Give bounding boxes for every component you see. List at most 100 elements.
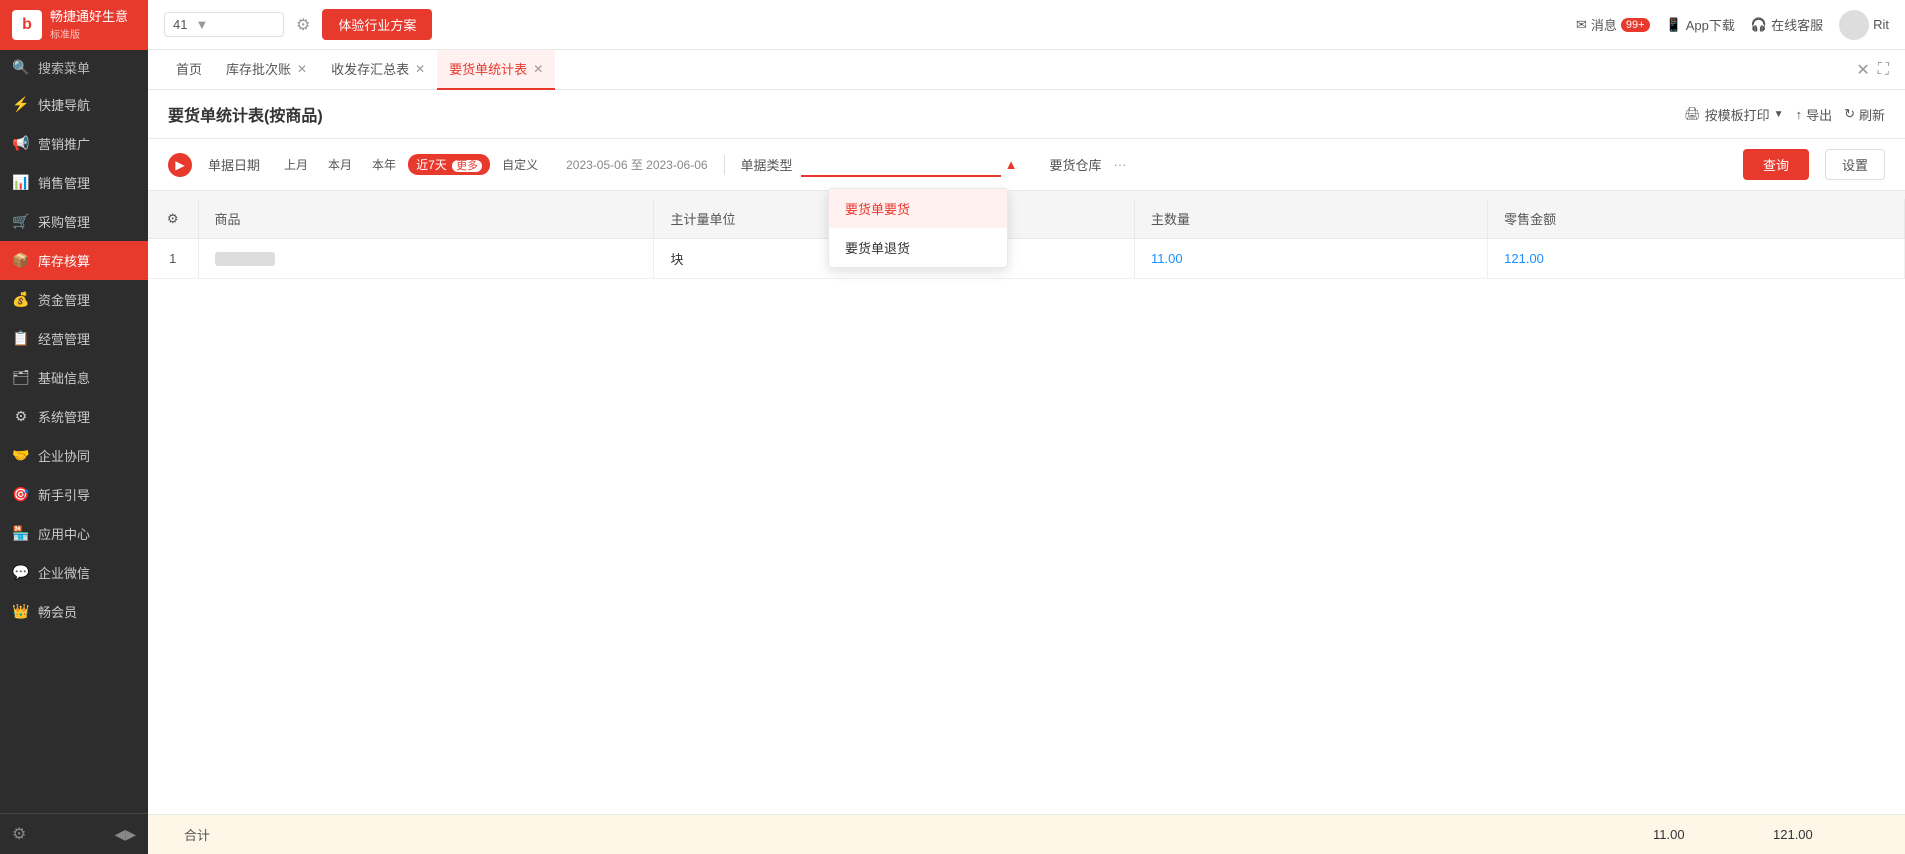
company-selector[interactable]: 41 ▼ <box>164 12 284 37</box>
page-content: 要货单统计表(按商品) 🖨 按模板打印 ▼ ↑ 导出 ↻ 刷新 ▶ <box>148 90 1905 854</box>
date-curr-month[interactable]: 本月 <box>320 153 360 176</box>
filter-warehouse-section: 要货仓库 ··· <box>1049 155 1126 174</box>
filter-separator <box>724 155 725 175</box>
tab-close-all-icon[interactable]: ✕ <box>1856 60 1869 80</box>
tabbar: 首页 库存批次账 ✕ 收发存汇总表 ✕ 要货单统计表 ✕ ✕ ⛶ <box>148 50 1905 90</box>
product-name-blurred <box>215 252 275 266</box>
refresh-action[interactable]: ↻ 刷新 <box>1844 105 1885 124</box>
summary-amount: 121.00 <box>1765 827 1885 842</box>
search-icon: 🔍 <box>12 59 30 77</box>
date-range-display: 2023-05-06 至 2023-06-06 <box>566 156 707 173</box>
tab-summary[interactable]: 收发存汇总表 ✕ <box>319 50 437 90</box>
finance-icon: 💰 <box>12 291 30 309</box>
print-icon: 🖨 <box>1684 106 1701 122</box>
td-quantity[interactable]: 11.00 <box>1135 239 1488 279</box>
notification-item[interactable]: ✉ 消息 99+ <box>1576 15 1650 34</box>
topbar-right: ✉ 消息 99+ 📱 App下载 🎧 在线客服 Rit <box>1576 10 1889 40</box>
weixin-icon: 💬 <box>12 564 30 582</box>
sidebar-item-appstore[interactable]: 🏪 应用中心 <box>0 514 148 553</box>
date-more-badge: 更多 <box>452 160 482 172</box>
sidebar-item-marketing[interactable]: 📢 营销推广 <box>0 124 148 163</box>
marketing-icon: 📢 <box>12 135 30 153</box>
member-icon: 👑 <box>12 603 30 621</box>
date-buttons: 上月 本月 本年 近7天 更多 自定义 <box>276 153 546 176</box>
sidebar-settings-icon[interactable]: ⚙ <box>12 824 26 844</box>
tab-summary-close[interactable]: ✕ <box>415 62 425 76</box>
sidebar-collapse-icon[interactable]: ◀▶ <box>114 826 136 843</box>
sidebar-item-system[interactable]: ⚙ 系统管理 <box>0 397 148 436</box>
filter-expand-btn[interactable]: ▶ <box>168 153 192 177</box>
topbar-gear-icon[interactable]: ⚙ <box>296 15 310 35</box>
date-prev-month[interactable]: 上月 <box>276 153 316 176</box>
summary-bar: 合计 11.00 121.00 <box>148 814 1905 854</box>
basic-icon: 🗂 <box>12 369 30 387</box>
appstore-icon: 🏪 <box>12 525 30 543</box>
type-input-wrap: ▲ <box>801 152 1018 177</box>
user-info[interactable]: Rit <box>1839 10 1889 40</box>
notification-icon: ✉ <box>1576 17 1587 33</box>
data-table: ⚙ 商品 主计量单位 主数量 零售金额 1 块 <box>148 199 1905 279</box>
print-action[interactable]: 🖨 按模板打印 ▼ <box>1684 105 1783 124</box>
sidebar-item-sales[interactable]: 📊 销售管理 <box>0 163 148 202</box>
date-curr-year[interactable]: 本年 <box>364 153 404 176</box>
sidebar: b 畅捷通好生意 标准版 🔍 搜索菜单 ⚡ 快捷导航 📢 营销推广 📊 销售管理… <box>0 0 148 854</box>
export-action[interactable]: ↑ 导出 <box>1796 105 1833 124</box>
warehouse-more-icon[interactable]: ··· <box>1113 157 1126 172</box>
page-title: 要货单统计表(按商品) <box>168 102 323 126</box>
type-chevron-up-icon[interactable]: ▲ <box>1005 157 1018 172</box>
industry-btn[interactable]: 体验行业方案 <box>322 9 432 40</box>
tab-batch[interactable]: 库存批次账 ✕ <box>214 50 319 90</box>
sidebar-item-quick-nav[interactable]: ⚡ 快捷导航 <box>0 85 148 124</box>
purchase-icon: 🛒 <box>12 213 30 231</box>
settings-button[interactable]: 设置 <box>1825 149 1885 180</box>
sidebar-item-basic[interactable]: 🗂 基础信息 <box>0 358 148 397</box>
table-area: ⚙ 商品 主计量单位 主数量 零售金额 1 块 <box>148 199 1905 814</box>
sidebar-item-finance[interactable]: 💰 资金管理 <box>0 280 148 319</box>
notification-badge: 99+ <box>1621 18 1650 32</box>
dropdown-item-return[interactable]: 要货单退货 <box>829 228 1007 267</box>
td-amount[interactable]: 121.00 <box>1488 239 1905 279</box>
sidebar-item-guide[interactable]: 🎯 新手引导 <box>0 475 148 514</box>
tab-home[interactable]: 首页 <box>164 50 214 90</box>
topbar-left: 41 ▼ ⚙ 体验行业方案 <box>164 9 432 40</box>
type-dropdown: 要货单要货 要货单退货 <box>828 188 1008 268</box>
type-filter-input[interactable] <box>801 152 1001 177</box>
sidebar-item-enterprise[interactable]: 🤝 企业协同 <box>0 436 148 475</box>
sidebar-bottom: ⚙ ◀▶ <box>0 813 148 854</box>
app-download-item[interactable]: 📱 App下载 <box>1666 15 1735 34</box>
sidebar-item-member[interactable]: 👑 畅会员 <box>0 592 148 631</box>
date-custom[interactable]: 自定义 <box>494 153 546 176</box>
sidebar-item-inventory[interactable]: 📦 库存核算 <box>0 241 148 280</box>
summary-quantity: 11.00 <box>1645 827 1765 842</box>
dropdown-item-order[interactable]: 要货单要货 <box>829 189 1007 228</box>
sidebar-item-weixin[interactable]: 💬 企业微信 <box>0 553 148 592</box>
date-filter-label: 单据日期 <box>208 155 260 174</box>
query-button[interactable]: 查询 <box>1743 149 1809 180</box>
tab-requisition-close[interactable]: ✕ <box>533 62 543 76</box>
app-logo-text: 畅捷通好生意 标准版 <box>50 9 128 41</box>
th-amount: 零售金额 <box>1488 199 1905 239</box>
main-content: 41 ▼ ⚙ 体验行业方案 ✉ 消息 99+ 📱 App下载 🎧 在线客服 R <box>148 0 1905 854</box>
sales-icon: 📊 <box>12 174 30 192</box>
topbar: 41 ▼ ⚙ 体验行业方案 ✉ 消息 99+ 📱 App下载 🎧 在线客服 R <box>148 0 1905 50</box>
sidebar-item-operations[interactable]: 📋 经营管理 <box>0 319 148 358</box>
sidebar-item-purchase[interactable]: 🛒 采购管理 <box>0 202 148 241</box>
app-logo-icon: b <box>12 10 42 40</box>
summary-label: 合计 <box>168 825 210 844</box>
system-icon: ⚙ <box>12 408 30 426</box>
enterprise-icon: 🤝 <box>12 447 30 465</box>
th-settings[interactable]: ⚙ <box>148 199 198 239</box>
online-service-item[interactable]: 🎧 在线客服 <box>1751 15 1823 34</box>
sidebar-search[interactable]: 🔍 搜索菜单 <box>0 50 148 85</box>
th-product: 商品 <box>198 199 654 239</box>
date-7days[interactable]: 近7天 更多 <box>408 154 490 175</box>
td-product <box>198 239 654 279</box>
selector-chevron-icon: ▼ <box>195 17 208 32</box>
guide-icon: 🎯 <box>12 486 30 504</box>
print-chevron-icon: ▼ <box>1774 109 1784 120</box>
tab-batch-close[interactable]: ✕ <box>297 62 307 76</box>
tab-requisition[interactable]: 要货单统计表 ✕ <box>437 50 555 90</box>
tab-expand-icon[interactable]: ⛶ <box>1878 61 1889 79</box>
th-quantity: 主数量 <box>1135 199 1488 239</box>
quick-nav-icon: ⚡ <box>12 96 30 114</box>
